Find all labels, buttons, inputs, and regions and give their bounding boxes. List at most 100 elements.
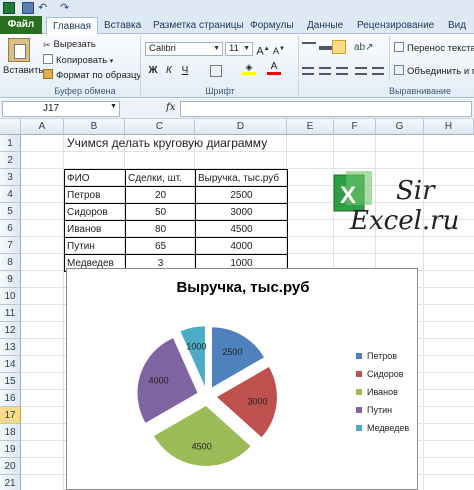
table-cell[interactable]: Путин — [64, 237, 126, 255]
decrease-indent-button[interactable] — [355, 67, 367, 75]
row-header[interactable]: 13 — [0, 339, 21, 356]
orientation-button[interactable]: ab↗ — [354, 42, 374, 53]
align-center-button[interactable] — [319, 67, 331, 75]
borders-icon[interactable] — [210, 65, 222, 77]
row-header[interactable]: 12 — [0, 322, 21, 339]
pie-data-label: 3000 — [248, 396, 268, 406]
row-header[interactable]: 6 — [0, 220, 21, 237]
formula-input[interactable] — [180, 101, 472, 117]
fill-color-button[interactable]: ◈ — [242, 62, 256, 76]
format-painter-button[interactable]: Формат по образцу — [43, 69, 141, 82]
redo-icon[interactable]: ↷ — [60, 2, 72, 14]
row-header[interactable]: 5 — [0, 203, 21, 220]
font-name-value: Calibri — [149, 43, 176, 54]
tab-page-layout[interactable]: Разметка страницы — [153, 17, 244, 34]
row-header[interactable]: 1 — [0, 135, 21, 152]
tab-file[interactable]: Файл — [0, 16, 42, 34]
table-cell[interactable]: 2500 — [195, 186, 288, 204]
row-header[interactable]: 17 — [0, 407, 21, 424]
row-header[interactable]: 19 — [0, 441, 21, 458]
svg-text:X: X — [340, 182, 356, 209]
name-box[interactable]: J17 — [2, 101, 120, 117]
merge-center-button[interactable]: Объединить и п — [394, 65, 474, 78]
table-header-cell[interactable]: Выручка, тыс.руб — [195, 169, 288, 187]
row-header[interactable]: 9 — [0, 271, 21, 288]
select-all-corner[interactable] — [0, 119, 21, 135]
tab-review[interactable]: Рецензирование — [357, 17, 434, 34]
chevron-down-icon: ▼ — [213, 45, 220, 52]
row-header[interactable]: 21 — [0, 475, 21, 490]
row-header[interactable]: 2 — [0, 152, 21, 169]
cut-button[interactable]: ✂ Вырезать — [43, 39, 96, 51]
align-left-button[interactable] — [302, 67, 314, 75]
row-header[interactable]: 18 — [0, 424, 21, 441]
table-cell[interactable]: Петров — [64, 186, 126, 204]
row-header[interactable]: 7 — [0, 237, 21, 254]
column-header[interactable]: E — [287, 119, 334, 135]
row-header[interactable]: 4 — [0, 186, 21, 203]
row-header[interactable]: 10 — [0, 288, 21, 305]
undo-icon[interactable]: ↶ — [38, 2, 50, 14]
insert-function-button[interactable]: fx — [166, 102, 175, 113]
underline-button[interactable]: Ч — [178, 64, 192, 78]
column-header[interactable]: B — [64, 119, 125, 135]
legend-label: Путин — [367, 405, 393, 415]
format-painter-label: Формат по образцу — [56, 70, 142, 81]
column-header[interactable]: D — [195, 119, 287, 135]
column-header[interactable]: G — [376, 119, 424, 135]
font-color-button[interactable]: A — [267, 62, 281, 76]
legend-item: Иванов — [356, 387, 398, 397]
tab-data[interactable]: Данные — [307, 17, 343, 34]
worksheet[interactable]: A B C D E F G H 1 2 3 4 5 6 7 8 9 10 11 12 13 14 15 16 1… — [0, 119, 474, 490]
row-header[interactable]: 14 — [0, 356, 21, 373]
row-header[interactable]: 16 — [0, 390, 21, 407]
table-cell[interactable]: 65 — [125, 237, 196, 255]
align-right-button[interactable] — [336, 67, 348, 75]
align-middle-button[interactable] — [319, 46, 333, 50]
column-header[interactable]: F — [334, 119, 376, 135]
save-icon[interactable] — [22, 2, 34, 14]
tab-home[interactable]: Главная — [46, 17, 98, 35]
table-header-cell[interactable]: ФИО — [64, 169, 126, 187]
tab-insert[interactable]: Вставка — [104, 17, 141, 34]
font-size-select[interactable]: 11 ▼ — [225, 42, 253, 56]
chevron-down-icon[interactable]: ▼ — [110, 103, 117, 110]
table-cell[interactable]: 4500 — [195, 220, 288, 238]
table-cell[interactable]: Сидоров — [64, 203, 126, 221]
shrink-font-button[interactable]: A▼ — [272, 42, 286, 56]
row-header[interactable]: 11 — [0, 305, 21, 322]
table-cell[interactable]: Иванов — [64, 220, 126, 238]
table-header-cell[interactable]: Сделки, шт. — [125, 169, 196, 187]
align-top-button[interactable] — [302, 42, 316, 54]
column-header[interactable]: H — [424, 119, 474, 135]
pie-slice[interactable] — [153, 405, 251, 466]
wrap-text-button[interactable]: Перенос текста — [394, 42, 474, 55]
grow-font-button[interactable]: A▲ — [256, 42, 270, 58]
column-header[interactable]: C — [125, 119, 195, 135]
tab-view[interactable]: Вид — [448, 17, 466, 34]
row-header[interactable]: 3 — [0, 169, 21, 186]
table-cell[interactable]: 20 — [125, 186, 196, 204]
ribbon-separator — [389, 36, 390, 80]
increase-indent-button[interactable] — [372, 67, 384, 75]
align-bottom-button[interactable] — [332, 40, 346, 54]
pie-chart[interactable]: Выручка, тыс.руб 2500 3000 4500 4000 1000 Пе… — [66, 268, 418, 490]
row-header[interactable]: 8 — [0, 254, 21, 271]
font-name-select[interactable]: Calibri ▼ — [145, 42, 223, 56]
copy-button[interactable]: Копировать ▾ — [43, 54, 113, 68]
paste-button[interactable]: Вставить — [3, 65, 43, 77]
italic-button[interactable]: К — [162, 64, 176, 78]
row-header[interactable]: 20 — [0, 458, 21, 475]
bold-button[interactable]: Ж — [146, 64, 160, 78]
tab-formulas[interactable]: Формулы — [250, 17, 294, 34]
pie-data-label: 1000 — [186, 341, 206, 351]
column-header[interactable]: A — [21, 119, 64, 135]
table-cell[interactable]: 50 — [125, 203, 196, 221]
paste-icon[interactable] — [8, 38, 30, 62]
table-cell[interactable]: 3000 — [195, 203, 288, 221]
table-cell[interactable]: 80 — [125, 220, 196, 238]
legend-item: Сидоров — [356, 369, 404, 379]
sheet-title[interactable]: Учимся делать круговую диаграмму — [67, 135, 297, 152]
table-cell[interactable]: 4000 — [195, 237, 288, 255]
row-header[interactable]: 15 — [0, 373, 21, 390]
